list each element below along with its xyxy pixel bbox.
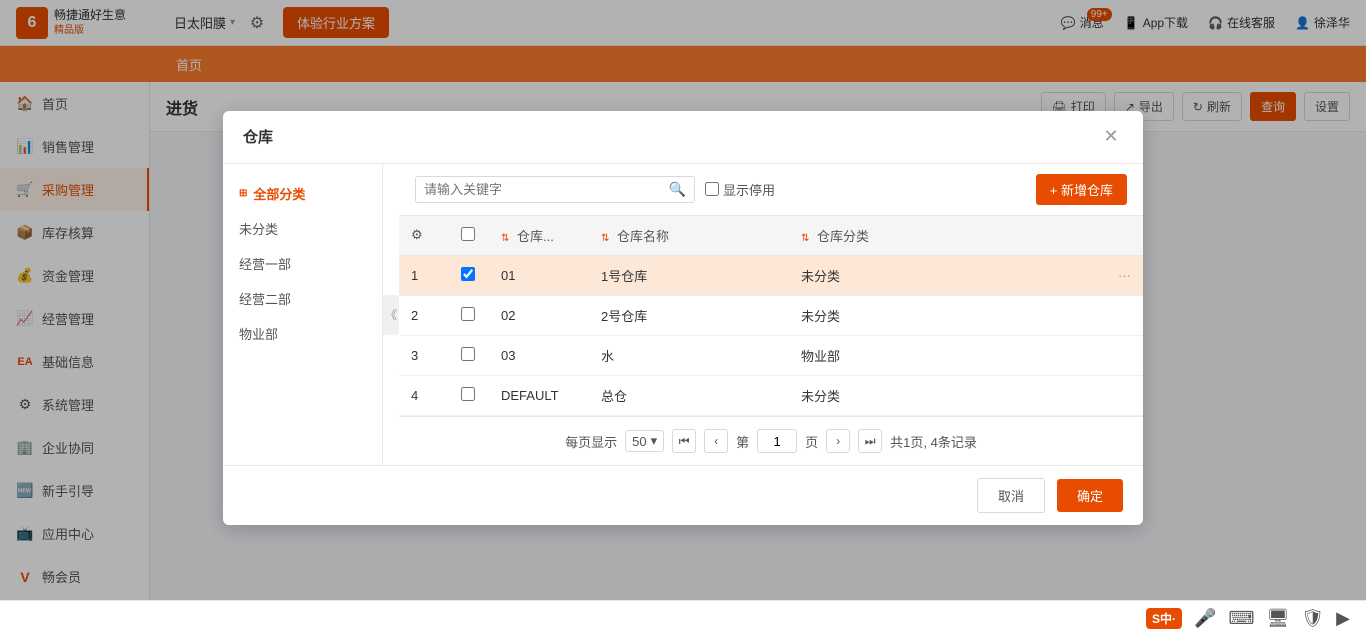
table-row: 1 01 1号仓库 未分类 ··· xyxy=(399,255,1143,296)
modal-footer: 取消 确定 xyxy=(223,465,1143,525)
page-label: 第 xyxy=(736,432,749,451)
pagination: 每页显示 50 ▾ ⏮ ‹ 第 页 › xyxy=(399,416,1143,465)
row-actions[interactable]: ··· xyxy=(1118,268,1131,283)
sort-icon-category: ⇅ xyxy=(801,233,809,244)
chevron-down-icon-page: ▾ xyxy=(651,433,658,449)
row-checkbox-cell xyxy=(449,255,489,296)
s-logo: S中· xyxy=(1146,608,1182,629)
category-item-ops2[interactable]: 经营二部 xyxy=(223,281,382,316)
row-name: 水 xyxy=(589,336,789,376)
show-disabled-checkbox[interactable] xyxy=(705,182,719,196)
warehouse-table: ⚙ ⇅ 仓库... ⇅ xyxy=(399,216,1143,417)
search-input[interactable] xyxy=(424,182,669,197)
row-name: 2号仓库 xyxy=(589,296,789,336)
page-input[interactable] xyxy=(757,429,797,453)
row-code: DEFAULT xyxy=(489,376,589,416)
category-label-ops2: 经营二部 xyxy=(239,289,291,308)
modal-header: 仓库 ✕ xyxy=(223,111,1143,164)
row-no: 4 xyxy=(399,376,449,416)
table-header-row: ⚙ ⇅ 仓库... ⇅ xyxy=(399,216,1143,256)
modal-toolbar: 🔍 显示停用 + 新增仓库 xyxy=(399,164,1143,216)
collapse-icon: 《 xyxy=(385,306,397,323)
prev-page-icon: ‹ xyxy=(714,434,718,448)
row-name: 1号仓库 xyxy=(589,255,789,296)
warehouse-modal: 仓库 ✕ ⊞ 全部分类 未分类 经营一部 经营二部 xyxy=(223,111,1143,526)
category-label-uncategorized: 未分类 xyxy=(239,219,278,238)
row-category: 物业部 xyxy=(789,336,1143,376)
search-box: 🔍 xyxy=(415,176,695,203)
show-disabled-area: 显示停用 xyxy=(705,180,775,199)
row-checkbox[interactable] xyxy=(461,267,475,281)
row-checkbox-cell xyxy=(449,296,489,336)
category-item-property[interactable]: 物业部 xyxy=(223,316,382,351)
confirm-button[interactable]: 确定 xyxy=(1057,479,1123,512)
column-settings-icon[interactable]: ⚙ xyxy=(411,227,423,242)
col-name: ⇅ 仓库名称 xyxy=(589,216,789,256)
play-icon[interactable]: ▶ xyxy=(1336,608,1350,629)
show-disabled-label: 显示停用 xyxy=(723,180,775,199)
next-page-icon: › xyxy=(836,434,840,448)
category-label-property: 物业部 xyxy=(239,324,278,343)
modal-body: ⊞ 全部分类 未分类 经营一部 经营二部 物业部 《 xyxy=(223,164,1143,466)
modal-category-sidebar: ⊞ 全部分类 未分类 经营一部 经营二部 物业部 xyxy=(223,164,383,466)
prev-page-button[interactable]: ‹ xyxy=(704,429,728,453)
last-page-button[interactable]: ⏭ xyxy=(858,429,882,453)
category-label-ops1: 经营一部 xyxy=(239,254,291,273)
modal-title: 仓库 xyxy=(243,126,273,147)
row-category: 未分类 xyxy=(789,376,1143,416)
cancel-button[interactable]: 取消 xyxy=(977,478,1045,513)
col-checkbox xyxy=(449,216,489,256)
row-no: 3 xyxy=(399,336,449,376)
sort-icon-code: ⇅ xyxy=(501,233,509,244)
per-page-label: 每页显示 xyxy=(565,432,617,451)
category-item-all[interactable]: ⊞ 全部分类 xyxy=(223,176,382,211)
total-info: 共1页, 4条记录 xyxy=(890,432,977,451)
row-checkbox[interactable] xyxy=(461,387,475,401)
last-page-icon: ⏭ xyxy=(865,434,876,449)
table-row: 2 02 2号仓库 未分类 xyxy=(399,296,1143,336)
category-item-uncategorized[interactable]: 未分类 xyxy=(223,211,382,246)
row-name: 总仓 xyxy=(589,376,789,416)
row-checkbox-cell xyxy=(449,336,489,376)
add-warehouse-button[interactable]: + 新增仓库 xyxy=(1036,174,1127,205)
row-code: 02 xyxy=(489,296,589,336)
table-row: 4 DEFAULT 总仓 未分类 xyxy=(399,376,1143,416)
per-page-value: 50 xyxy=(632,434,646,449)
category-label-all: 全部分类 xyxy=(253,184,305,203)
row-checkbox[interactable] xyxy=(461,347,475,361)
select-all-checkbox[interactable] xyxy=(461,227,475,241)
col-code: ⇅ 仓库... xyxy=(489,216,589,256)
keyboard-icon[interactable]: ⌨ xyxy=(1228,608,1254,629)
category-item-ops1[interactable]: 经营一部 xyxy=(223,246,382,281)
grid-icon: ⊞ xyxy=(239,188,247,199)
modal-main: 🔍 显示停用 + 新增仓库 ⚙ xyxy=(399,164,1143,466)
table-row: 3 03 水 物业部 xyxy=(399,336,1143,376)
row-code: 01 xyxy=(489,255,589,296)
row-no: 2 xyxy=(399,296,449,336)
page-unit: 页 xyxy=(805,432,818,451)
per-page-select[interactable]: 50 ▾ xyxy=(625,430,664,452)
modal-close-button[interactable]: ✕ xyxy=(1099,125,1123,149)
warehouse-table-area: ⚙ ⇅ 仓库... ⇅ xyxy=(399,216,1143,417)
monitor-icon[interactable]: 🖥 xyxy=(1266,608,1289,629)
row-no: 1 xyxy=(399,255,449,296)
bottom-bar: S中· 🎤 ⌨ 🖥 🛡 ▶ xyxy=(0,600,1366,636)
row-category: 未分类 xyxy=(789,296,1143,336)
search-icon[interactable]: 🔍 xyxy=(669,181,686,198)
next-page-button[interactable]: › xyxy=(826,429,850,453)
sort-icon-name: ⇅ xyxy=(601,233,609,244)
row-code: 03 xyxy=(489,336,589,376)
first-page-icon: ⏮ xyxy=(679,434,690,449)
col-category: ⇅ 仓库分类 xyxy=(789,216,1143,256)
row-checkbox-cell xyxy=(449,376,489,416)
col-settings: ⚙ xyxy=(399,216,449,256)
modal-overlay: 仓库 ✕ ⊞ 全部分类 未分类 经营一部 经营二部 xyxy=(0,0,1366,636)
first-page-button[interactable]: ⏮ xyxy=(672,429,696,453)
collapse-button[interactable]: 《 xyxy=(383,295,399,335)
row-category: 未分类 ··· xyxy=(789,256,1143,296)
row-checkbox[interactable] xyxy=(461,307,475,321)
shield-icon[interactable]: 🛡 xyxy=(1301,608,1324,629)
mic-icon[interactable]: 🎤 xyxy=(1194,608,1216,629)
